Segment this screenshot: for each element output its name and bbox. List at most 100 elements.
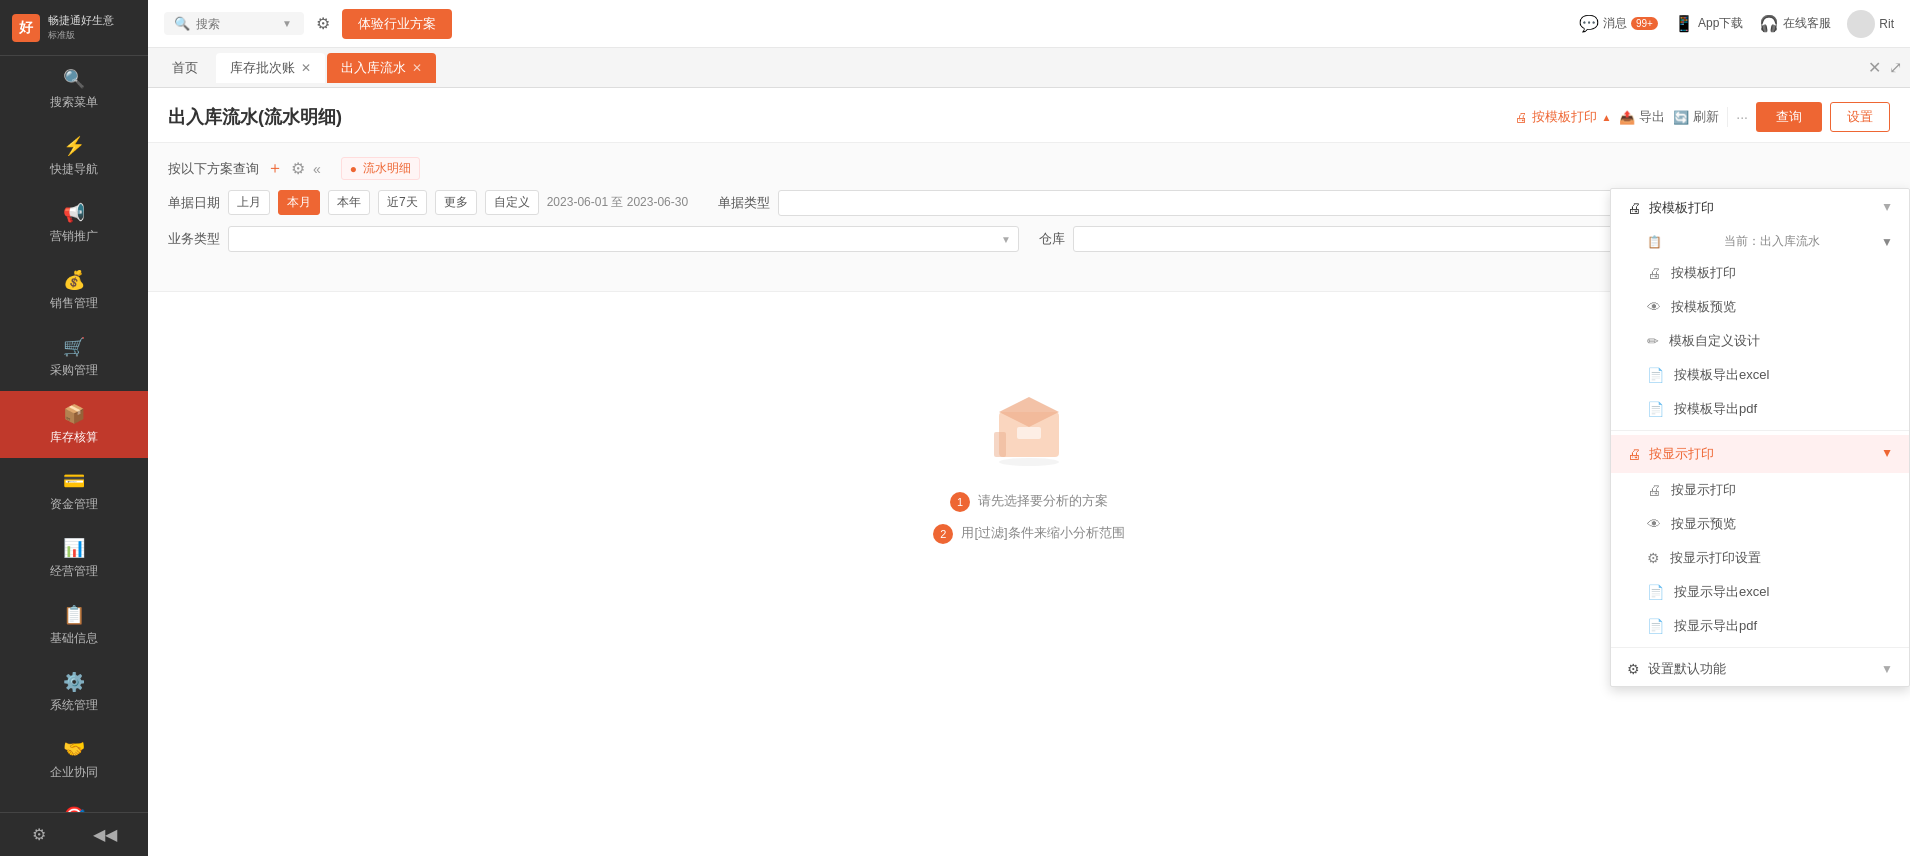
template-print-arrow: ▲: [1601, 112, 1611, 123]
business-type-input-wrap: ▼: [228, 226, 1019, 252]
sidebar-item-inventory[interactable]: 📦 库存核算: [0, 391, 148, 458]
display-print-item-label: 按显示打印: [1671, 481, 1736, 499]
doc-type-label: 单据类型: [718, 194, 770, 212]
more-dots[interactable]: ···: [1736, 109, 1748, 125]
template-print-btn[interactable]: 🖨 按模板打印 ▲: [1515, 108, 1611, 126]
tab-inout-flow[interactable]: 出入库流水 ✕: [327, 53, 436, 83]
config-scheme-btn[interactable]: ⚙: [291, 159, 305, 178]
sidebar-item-operations[interactable]: 📊 经营管理: [0, 525, 148, 592]
date-filter-wrap: 单据日期 上月 本月 本年 近7天 更多 自定义 2023-06-01 至 20…: [168, 190, 688, 215]
sidebar-item-label-cooperation: 企业协同: [50, 764, 98, 781]
sidebar-item-guide[interactable]: 🎯 新手引导: [0, 793, 148, 812]
sidebar-item-label-sales: 销售管理: [50, 295, 98, 312]
template-preview-item[interactable]: 👁 按模板预览: [1611, 290, 1909, 324]
display-export-excel-label: 按显示导出excel: [1674, 583, 1769, 601]
header-right: 💬 消息 99+ 📱 App下载 🎧 在线客服 Rit: [1579, 10, 1894, 38]
search-input[interactable]: [196, 17, 276, 31]
sidebar-item-quick-nav[interactable]: ⚡ 快捷导航: [0, 123, 148, 190]
message-action[interactable]: 💬 消息 99+: [1579, 14, 1658, 33]
user-avatar: [1847, 10, 1875, 38]
date-btn-this-month[interactable]: 本月: [278, 190, 320, 215]
display-preview-item[interactable]: 👁 按显示预览: [1611, 507, 1909, 541]
app-download-action[interactable]: 📱 App下载: [1674, 14, 1743, 33]
sidebar-item-purchase[interactable]: 🛒 采购管理: [0, 324, 148, 391]
display-print-settings-label: 按显示打印设置: [1670, 549, 1761, 567]
dropdown-divider: [1611, 430, 1909, 431]
display-print-item[interactable]: 🖨 按显示打印: [1611, 473, 1909, 507]
filter-row-1: 按以下方案查询 ＋ ⚙ « ● 流水明细: [168, 157, 1890, 180]
sidebar-item-finance[interactable]: 💳 资金管理: [0, 458, 148, 525]
tab-inventory-batch-close[interactable]: ✕: [301, 61, 311, 75]
empty-step-1: 1 请先选择要分析的方案: [950, 492, 1108, 512]
tag-icon: ●: [350, 162, 357, 176]
template-current-arrow: ▼: [1881, 235, 1893, 249]
date-btn-7days[interactable]: 近7天: [378, 190, 427, 215]
page-header: 出入库流水(流水明细) 🖨 按模板打印 ▲ 📤 导出 🔄: [148, 88, 1910, 143]
template-print-item[interactable]: 🖨 按模板打印: [1611, 256, 1909, 290]
display-section-chevron: ▲: [1881, 447, 1893, 461]
display-print-settings-item[interactable]: ⚙ 按显示打印设置: [1611, 541, 1909, 575]
display-preview-item-icon: 👁: [1647, 516, 1661, 532]
sidebar-item-cooperation[interactable]: 🤝 企业协同: [0, 726, 148, 793]
sidebar-item-basic-info[interactable]: 📋 基础信息: [0, 592, 148, 659]
settings-btn[interactable]: 设置: [1830, 102, 1890, 132]
collapse-icon[interactable]: ◀◀: [93, 825, 117, 844]
settings-icon[interactable]: ⚙: [32, 825, 46, 844]
header-search-dropdown-icon: ▼: [282, 18, 292, 29]
date-btn-last-month[interactable]: 上月: [228, 190, 270, 215]
template-print-dropdown: 🖨 按模板打印 ▲ 📋 当前：出入库流水 ▼ 🖨 按模板打印 👁 按模板预览: [1610, 188, 1910, 687]
tab-home[interactable]: 首页: [156, 53, 214, 83]
footer-chevron: ▼: [1881, 662, 1893, 676]
customer-service-action[interactable]: 🎧 在线客服: [1759, 14, 1831, 33]
business-type-input[interactable]: [228, 226, 1019, 252]
sidebar-item-label-marketing: 营销推广: [50, 228, 98, 245]
template-export-pdf-item[interactable]: 📄 按模板导出pdf: [1611, 392, 1909, 426]
query-btn[interactable]: 查询: [1756, 102, 1822, 132]
display-export-excel-item[interactable]: 📄 按显示导出excel: [1611, 575, 1909, 609]
page-top-right: 🖨 按模板打印 ▲ 📤 导出 🔄 刷新 ···: [1515, 102, 1890, 132]
date-btn-custom[interactable]: 自定义: [485, 190, 539, 215]
header-left: 🔍 ▼ ⚙ 体验行业方案: [164, 9, 452, 39]
template-section-header[interactable]: 🖨 按模板打印 ▲: [1611, 189, 1909, 227]
tab-close-all-btn[interactable]: ✕: [1868, 58, 1881, 77]
refresh-btn[interactable]: 🔄 刷新: [1673, 108, 1719, 126]
sidebar-item-icon-basic-info: 📋: [63, 604, 85, 626]
svg-point-4: [999, 458, 1059, 466]
svg-rect-3: [994, 432, 1006, 457]
display-section-header[interactable]: 🖨 按显示打印 ▲: [1611, 435, 1909, 473]
flow-tag-label: 流水明细: [363, 160, 411, 177]
customer-service-icon: 🎧: [1759, 14, 1779, 33]
filter-scheme: 按以下方案查询 ＋ ⚙ «: [168, 158, 321, 179]
template-export-excel-item[interactable]: 📄 按模板导出excel: [1611, 358, 1909, 392]
sidebar-item-marketing[interactable]: 📢 营销推广: [0, 190, 148, 257]
sidebar-item-system[interactable]: ⚙️ 系统管理: [0, 659, 148, 726]
tab-bar: 首页 库存批次账 ✕ 出入库流水 ✕ ✕ ⤢: [148, 48, 1910, 88]
add-scheme-btn[interactable]: ＋: [267, 158, 283, 179]
sidebar-item-sales[interactable]: 💰 销售管理: [0, 257, 148, 324]
sidebar-item-label-system: 系统管理: [50, 697, 98, 714]
user-avatar-action[interactable]: Rit: [1847, 10, 1894, 38]
template-export-pdf-icon: 📄: [1647, 401, 1664, 417]
tab-inout-flow-close[interactable]: ✕: [412, 61, 422, 75]
display-export-pdf-item[interactable]: 📄 按显示导出pdf: [1611, 609, 1909, 643]
date-options-group: 上月 本月 本年 近7天 更多 自定义 2023-06-01 至 2023-06…: [228, 190, 688, 215]
display-print-settings-icon: ⚙: [1647, 550, 1660, 566]
sidebar-item-search[interactable]: 🔍 搜索菜单: [0, 56, 148, 123]
sidebar-item-label-operations: 经营管理: [50, 563, 98, 580]
template-current-item: 📋 当前：出入库流水 ▼: [1611, 227, 1909, 256]
tab-inventory-batch[interactable]: 库存批次账 ✕: [216, 53, 325, 83]
industry-btn[interactable]: 体验行业方案: [342, 9, 452, 39]
date-btn-this-year[interactable]: 本年: [328, 190, 370, 215]
step-2-text: 用[过滤]条件来缩小分析范围: [961, 524, 1124, 542]
header-gear-icon[interactable]: ⚙: [316, 14, 330, 33]
logo-icon: 好: [12, 14, 40, 42]
filter-tag-wrap: ● 流水明细: [341, 157, 1890, 180]
tab-maximize-btn[interactable]: ⤢: [1889, 58, 1902, 77]
export-btn[interactable]: 📤 导出: [1619, 108, 1665, 126]
dropdown-footer[interactable]: ⚙ 设置默认功能 ▼: [1611, 652, 1909, 686]
date-btn-more[interactable]: 更多: [435, 190, 477, 215]
template-design-item[interactable]: ✏ 模板自定义设计: [1611, 324, 1909, 358]
collapse-scheme-btn[interactable]: «: [313, 161, 321, 177]
step-num-1: 1: [950, 492, 970, 512]
template-section-title: 🖨 按模板打印: [1627, 199, 1714, 217]
